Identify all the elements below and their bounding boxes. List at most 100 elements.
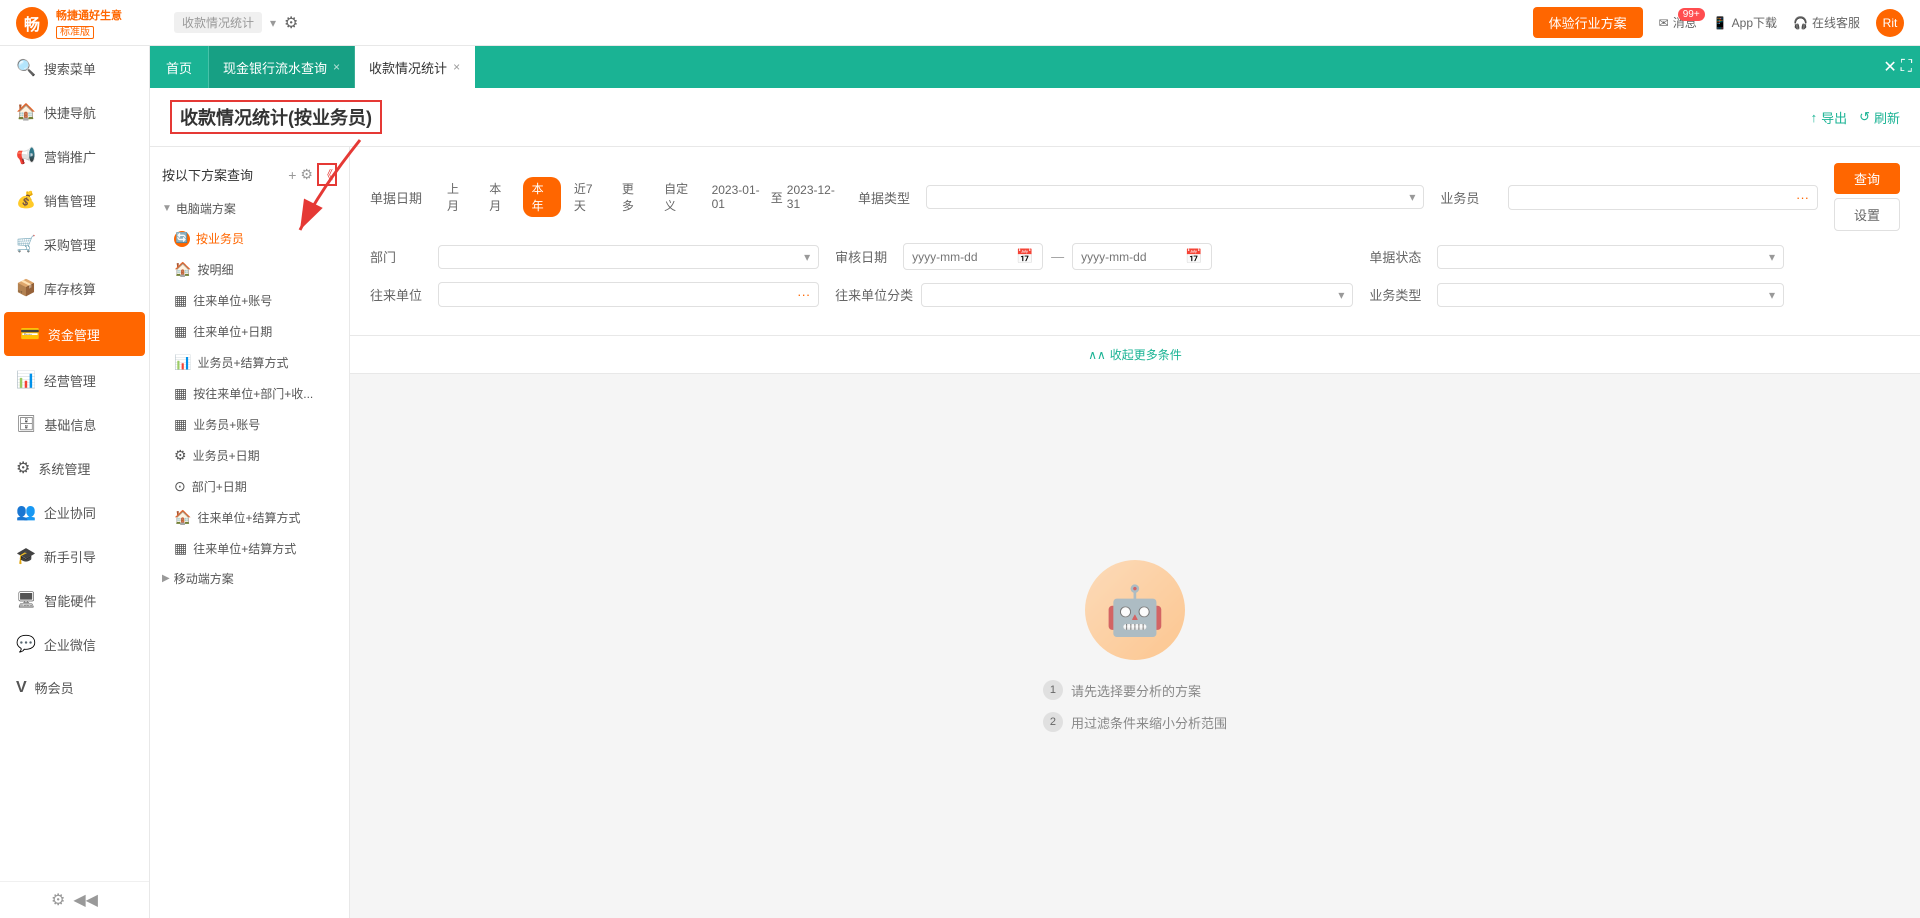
search-row-3: 往来单位 ··· 往来单位分类 ▾ (370, 282, 1900, 307)
sidebar-label-quicknav: 快捷导航 (44, 103, 96, 122)
app-download-btn[interactable]: 📱 App下载 (1713, 14, 1777, 31)
menu-item-salesman-date[interactable]: ⚙ 业务员+日期 (150, 440, 349, 471)
salesman-dots-icon[interactable]: ··· (1796, 190, 1809, 205)
tab-cashflow-close-icon[interactable]: × (333, 60, 340, 74)
salesman-dropdown[interactable]: ··· (1508, 185, 1818, 210)
settings-btn[interactable]: 设置 (1834, 198, 1900, 231)
refresh-btn[interactable]: ↺ 刷新 (1859, 108, 1900, 127)
top-header: 畅 畅捷通好生意 标准版 收款情况统计 ▾ ⚙ 体验行业方案 ✉ 消息 99+ … (0, 0, 1920, 46)
date-range: 2023-01-01 至 2023-12-31 (712, 183, 842, 211)
menu-item-unit-account[interactable]: ▦ 往来单位+账号 (150, 285, 349, 316)
breadcrumb-chevron-icon[interactable]: ▾ (270, 16, 276, 30)
sidebar-item-search[interactable]: 🔍 搜索菜单 (0, 46, 149, 90)
counterpart-cat-dropdown[interactable]: ▾ (921, 283, 1353, 307)
unit-account-label: 往来单位+账号 (193, 292, 272, 309)
message-badge: 99+ (1678, 8, 1705, 21)
collapse-bar[interactable]: ∧∧ 收起更多条件 (350, 336, 1920, 374)
date-pill-lastmonth[interactable]: 上月 (438, 177, 476, 217)
salesman-settle-label: 业务员+结算方式 (197, 354, 288, 371)
trial-btn[interactable]: 体验行业方案 (1533, 7, 1643, 38)
date-pill-thismonth[interactable]: 本月 (480, 177, 518, 217)
business-type-field: 业务类型 ▾ (1369, 283, 1784, 307)
sidebar-item-operations[interactable]: 📊 经营管理 (0, 358, 149, 402)
panel-settings-icon[interactable]: ⚙ (300, 166, 313, 183)
date-pill-more[interactable]: 更多 (613, 177, 651, 217)
menu-item-dept-date[interactable]: ⊙ 部门+日期 (150, 471, 349, 502)
menu-item-unit-date[interactable]: ▦ 往来单位+日期 (150, 316, 349, 347)
empty-robot-icon: 🤖 (1085, 560, 1185, 660)
voucher-status-dropdown[interactable]: ▾ (1437, 245, 1784, 269)
sidebar-item-finance[interactable]: 💳 资金管理 (4, 312, 145, 356)
menu-item-salesman-settle[interactable]: 📊 业务员+结算方式 (150, 347, 349, 378)
business-type-dropdown[interactable]: ▾ (1437, 283, 1784, 307)
export-btn[interactable]: ↑ 导出 (1811, 108, 1848, 127)
counterpart-dots-icon[interactable]: ··· (797, 287, 810, 302)
user-name: Rit (1883, 16, 1898, 30)
refresh-icon: ↺ (1859, 109, 1870, 125)
sidebar-item-guide[interactable]: 🎓 新手引导 (0, 534, 149, 578)
dept-arrow-icon: ▾ (804, 250, 810, 264)
sidebar-item-purchase[interactable]: 🛒 采购管理 (0, 222, 149, 266)
sidebar-item-inventory[interactable]: 📦 库存核算 (0, 266, 149, 310)
tab-close-all-icon[interactable]: ✕ (1883, 57, 1896, 77)
sidebar-item-collab[interactable]: 👥 企业协同 (0, 490, 149, 534)
operations-icon: 📊 (16, 370, 36, 390)
panel-header-label: 按以下方案查询 (162, 165, 288, 184)
menu-item-salesman-account[interactable]: ▦ 业务员+账号 (150, 409, 349, 440)
menu-item-salesman[interactable]: 🔄 按业务员 (150, 223, 349, 254)
menu-item-detail[interactable]: 🏠 按明细 (150, 254, 349, 285)
header-right: 体验行业方案 ✉ 消息 99+ 📱 App下载 🎧 在线客服 Rit (1533, 7, 1904, 38)
menu-item-unit-settle2[interactable]: ▦ 往来单位+结算方式 (150, 533, 349, 564)
message-btn[interactable]: ✉ 消息 99+ (1659, 14, 1697, 31)
calendar-start-icon: 📅 (1016, 248, 1033, 265)
sidebar-settings-btn[interactable]: ⚙ (51, 890, 65, 910)
sidebar-label-purchase: 采购管理 (44, 235, 96, 254)
user-avatar[interactable]: Rit (1876, 9, 1904, 37)
date-pill-thisyear[interactable]: 本年 (523, 177, 561, 217)
sidebar-item-basicinfo[interactable]: 🗄 基础信息 (0, 402, 149, 446)
header-settings-icon[interactable]: ⚙ (284, 13, 298, 33)
collapse-label: 收起更多条件 (1110, 346, 1182, 363)
voucher-type-dropdown[interactable]: ▾ (926, 185, 1424, 209)
sidebar-item-quicknav[interactable]: 🏠 快捷导航 (0, 90, 149, 134)
marketing-icon: 📢 (16, 146, 36, 166)
sidebar-item-hardware[interactable]: 🖥 智能硬件 (0, 578, 149, 622)
sidebar-item-system[interactable]: ⚙ 系统管理 (0, 446, 149, 490)
sidebar-collapse-btn[interactable]: ◀◀ (73, 890, 98, 910)
salesman-item-icon: 🔄 (174, 231, 190, 247)
tab-receipt[interactable]: 收款情况统计 × (355, 46, 475, 88)
audit-date-start-input[interactable] (912, 250, 1012, 264)
date-field: 单据日期 上月 本月 本年 近7天 更多 自定义 (370, 177, 842, 217)
empty-tips: 1 请先选择要分析的方案 2 用过滤条件来缩小分析范围 (1043, 680, 1227, 732)
panel-collapse-icon[interactable]: 《 (317, 163, 337, 186)
sidebar-item-marketing[interactable]: 📢 营销推广 (0, 134, 149, 178)
desktop-section-header[interactable]: ▼ 电脑端方案 (150, 194, 349, 223)
audit-date-end-input[interactable] (1081, 250, 1181, 264)
date-pill-custom[interactable]: 自定义 (655, 177, 703, 217)
menu-item-unit-settle1[interactable]: 🏠 往来单位+结算方式 (150, 502, 349, 533)
tab-cashflow[interactable]: 现金银行流水查询 × (209, 46, 355, 88)
tip-text-2: 用过滤条件来缩小分析范围 (1071, 713, 1227, 732)
sidebar-item-wechat[interactable]: 💬 企业微信 (0, 622, 149, 666)
tab-receipt-close-icon[interactable]: × (453, 60, 460, 74)
date-range-sep: 至 (771, 189, 783, 206)
sidebar-label-system: 系统管理 (38, 459, 90, 478)
header-breadcrumb[interactable]: 收款情况统计 (174, 12, 262, 33)
menu-item-unit-dept[interactable]: ▦ 按往来单位+部门+收... (150, 378, 349, 409)
query-btn[interactable]: 查询 (1834, 163, 1900, 194)
sidebar-label-hardware: 智能硬件 (44, 591, 96, 610)
sidebar-item-sales[interactable]: 💰 销售管理 (0, 178, 149, 222)
tab-home[interactable]: 首页 (150, 46, 209, 88)
collab-icon: 👥 (16, 502, 36, 522)
dept-dropdown[interactable]: ▾ (438, 245, 819, 269)
sidebar-item-member[interactable]: V 畅会员 (0, 666, 149, 709)
audit-date-start[interactable]: 📅 (903, 243, 1043, 270)
tab-maximize-icon[interactable]: ⛶ (1901, 58, 1912, 76)
audit-date-end[interactable]: 📅 (1072, 243, 1212, 270)
counterpart-dropdown[interactable]: ··· (438, 282, 819, 307)
mobile-section-header[interactable]: ▶ 移动端方案 (150, 564, 349, 593)
online-service-btn[interactable]: 🎧 在线客服 (1793, 14, 1860, 31)
panel-add-icon[interactable]: + (288, 167, 296, 183)
date-pill-7days[interactable]: 近7天 (565, 177, 609, 217)
header-nav: 收款情况统计 ▾ ⚙ (166, 12, 1533, 33)
